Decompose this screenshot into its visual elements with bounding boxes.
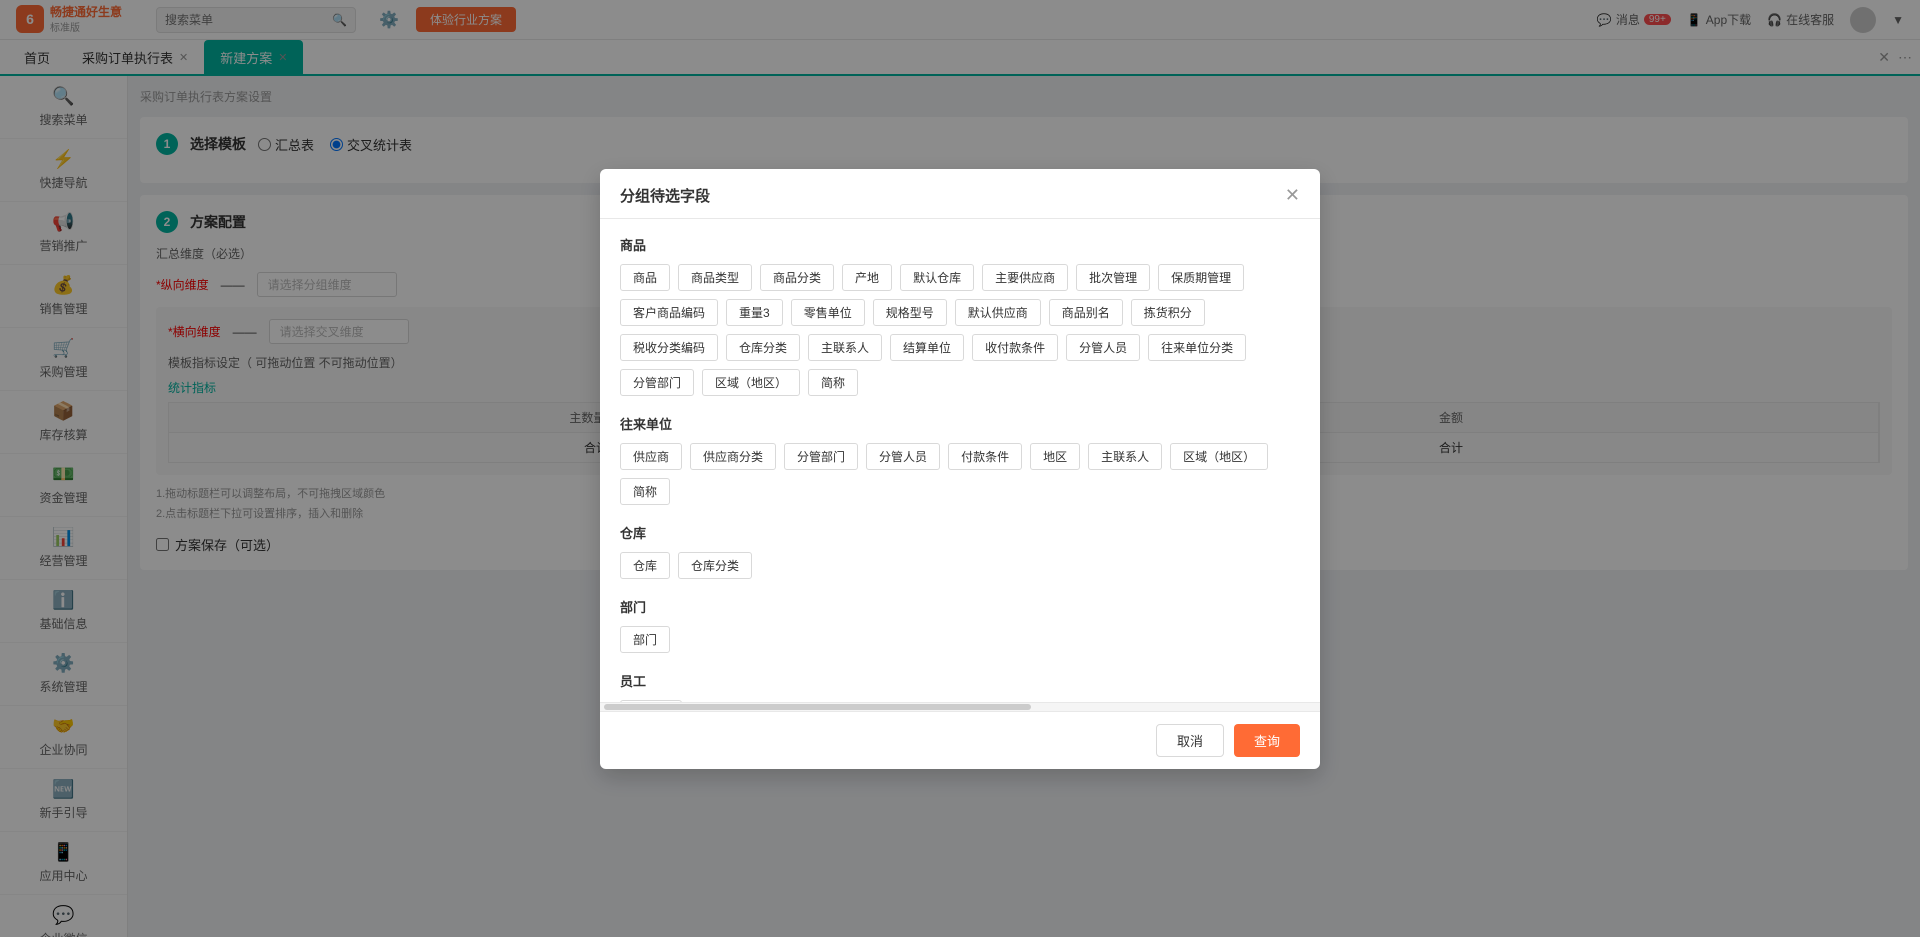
field-tag[interactable]: 税收分类编码 [620,334,718,361]
field-tag[interactable]: 供应商分类 [690,443,776,470]
field-tag[interactable]: 分管部门 [784,443,858,470]
dept-field-tags: 部门 [620,626,1300,653]
field-select-modal: 分组待选字段 ✕ 商品 商品 商品类型 商品分类 产地 默认仓库 主要供应商 批… [600,169,1320,769]
field-tag[interactable]: 重量3 [726,299,783,326]
field-tag[interactable]: 分管人员 [1066,334,1140,361]
modal-body: 商品 商品 商品类型 商品分类 产地 默认仓库 主要供应商 批次管理 保质期管理… [600,219,1320,702]
field-tag[interactable]: 默认仓库 [900,264,974,291]
modal-title: 分组待选字段 [620,185,710,206]
field-tag[interactable]: 区域（地区） [1170,443,1268,470]
field-tag[interactable]: 商品类型 [678,264,752,291]
section-warehouse-title: 仓库 [620,523,1300,542]
field-tag[interactable]: 地区 [1030,443,1080,470]
section-staff-title: 员工 [620,671,1300,690]
modal-close-btn[interactable]: ✕ [1285,186,1300,204]
section-staff: 员工 业务员 [620,671,1300,702]
field-tag[interactable]: 付款条件 [948,443,1022,470]
modal-footer: 取消 查询 [600,711,1320,769]
section-goods-title: 商品 [620,235,1300,254]
field-tag[interactable]: 拣货积分 [1131,299,1205,326]
field-tag[interactable]: 商品分类 [760,264,834,291]
field-tag[interactable]: 区域（地区） [702,369,800,396]
modal-hscroll[interactable] [600,702,1320,711]
counterparty-field-tags: 供应商 供应商分类 分管部门 分管人员 付款条件 地区 主联系人 区域（地区） … [620,443,1300,505]
warehouse-field-tags: 仓库 仓库分类 [620,552,1300,579]
field-tag[interactable]: 默认供应商 [955,299,1041,326]
field-tag[interactable]: 仓库分类 [678,552,752,579]
field-tag[interactable]: 分管部门 [620,369,694,396]
field-tag[interactable]: 产地 [842,264,892,291]
field-tag[interactable]: 主要供应商 [982,264,1068,291]
section-counterparty-title: 往来单位 [620,414,1300,433]
field-tag[interactable]: 收付款条件 [972,334,1058,361]
goods-field-tags: 商品 商品类型 商品分类 产地 默认仓库 主要供应商 批次管理 保质期管理 客户… [620,264,1300,396]
modal-overlay: 分组待选字段 ✕ 商品 商品 商品类型 商品分类 产地 默认仓库 主要供应商 批… [0,0,1920,937]
field-tag[interactable]: 分管人员 [866,443,940,470]
field-tag[interactable]: 主联系人 [808,334,882,361]
modal-cancel-btn[interactable]: 取消 [1156,724,1224,757]
modal-confirm-btn[interactable]: 查询 [1234,724,1300,757]
field-tag[interactable]: 仓库 [620,552,670,579]
section-goods: 商品 商品 商品类型 商品分类 产地 默认仓库 主要供应商 批次管理 保质期管理… [620,235,1300,396]
section-counterparty: 往来单位 供应商 供应商分类 分管部门 分管人员 付款条件 地区 主联系人 区域… [620,414,1300,505]
field-tag[interactable]: 商品别名 [1049,299,1123,326]
field-tag[interactable]: 规格型号 [873,299,947,326]
field-tag[interactable]: 结算单位 [890,334,964,361]
field-tag[interactable]: 简称 [620,478,670,505]
field-tag[interactable]: 部门 [620,626,670,653]
field-tag[interactable]: 保质期管理 [1158,264,1244,291]
field-tag[interactable]: 客户商品编码 [620,299,718,326]
field-tag[interactable]: 简称 [808,369,858,396]
field-tag[interactable]: 仓库分类 [726,334,800,361]
field-tag[interactable]: 主联系人 [1088,443,1162,470]
field-tag[interactable]: 零售单位 [791,299,865,326]
field-tag[interactable]: 往来单位分类 [1148,334,1246,361]
field-tag[interactable]: 批次管理 [1076,264,1150,291]
section-dept: 部门 部门 [620,597,1300,653]
field-tag[interactable]: 商品 [620,264,670,291]
field-tag[interactable]: 供应商 [620,443,682,470]
modal-header: 分组待选字段 ✕ [600,169,1320,219]
section-dept-title: 部门 [620,597,1300,616]
section-warehouse: 仓库 仓库 仓库分类 [620,523,1300,579]
